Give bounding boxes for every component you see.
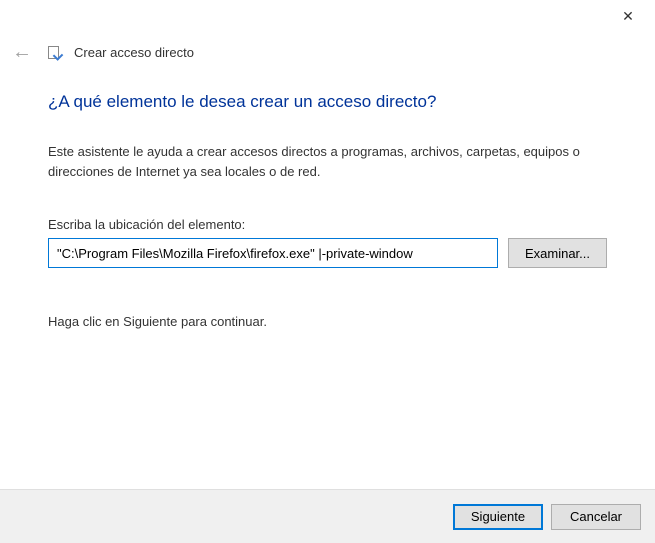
wizard-title: Crear acceso directo bbox=[74, 45, 194, 60]
cancel-button[interactable]: Cancelar bbox=[551, 504, 641, 530]
close-button[interactable]: ✕ bbox=[605, 0, 651, 32]
location-label: Escriba la ubicación del elemento: bbox=[48, 217, 607, 232]
wizard-content: ¿A qué elemento le desea crear un acceso… bbox=[0, 74, 655, 329]
close-icon: ✕ bbox=[622, 8, 634, 25]
shortcut-wizard-icon bbox=[46, 44, 62, 60]
browse-button[interactable]: Examinar... bbox=[508, 238, 607, 268]
next-button[interactable]: Siguiente bbox=[453, 504, 543, 530]
wizard-header: ← Crear acceso directo bbox=[0, 32, 655, 74]
continue-hint: Haga clic en Siguiente para continuar. bbox=[48, 314, 607, 329]
location-input[interactable] bbox=[48, 238, 498, 268]
page-description: Este asistente le ayuda a crear accesos … bbox=[48, 142, 607, 181]
titlebar: ✕ bbox=[0, 0, 655, 32]
wizard-footer: Siguiente Cancelar bbox=[0, 489, 655, 543]
page-heading: ¿A qué elemento le desea crear un acceso… bbox=[48, 92, 607, 112]
location-row: Examinar... bbox=[48, 238, 607, 268]
back-arrow-icon[interactable]: ← bbox=[10, 42, 34, 62]
